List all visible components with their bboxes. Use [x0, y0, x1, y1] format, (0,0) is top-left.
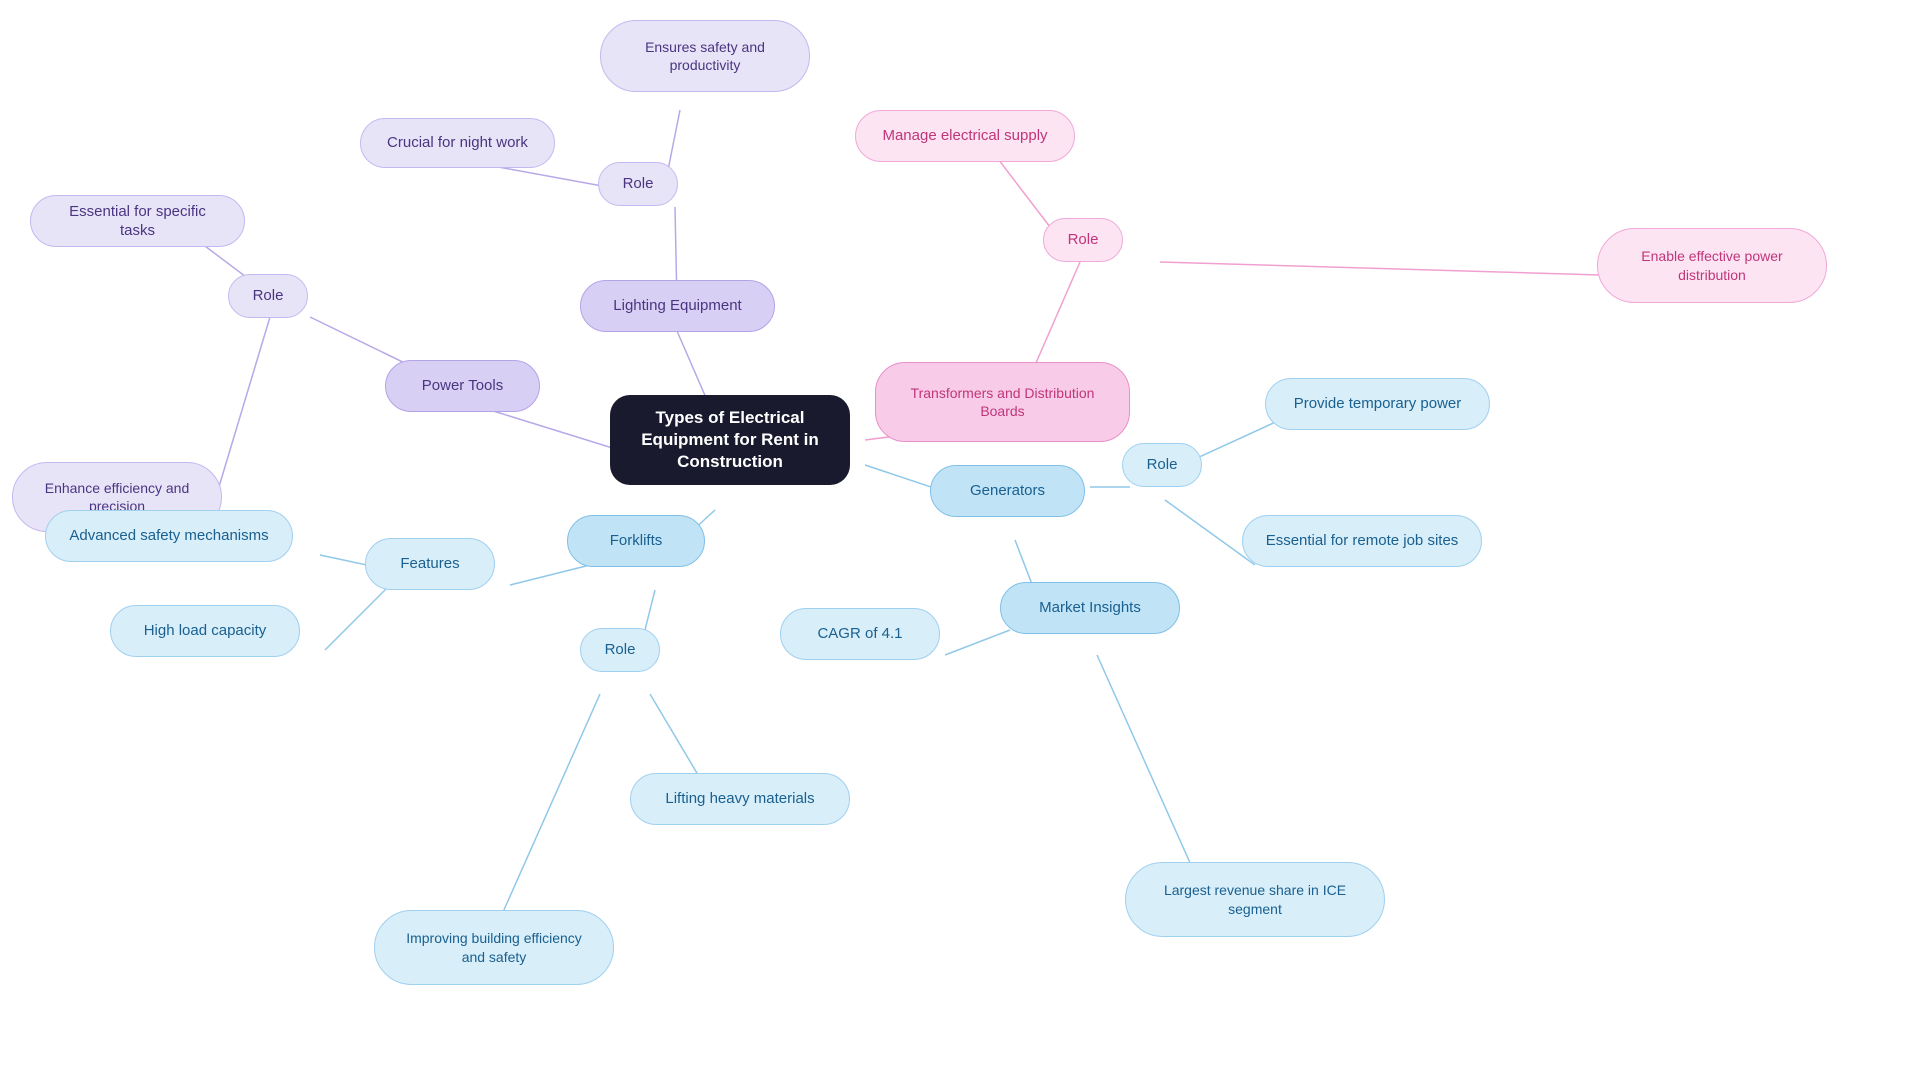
role-generators-node: Role [1122, 443, 1202, 487]
essential-remote-node: Essential for remote job sites [1242, 515, 1482, 567]
cagr-node: CAGR of 4.1 [780, 608, 940, 660]
transformers-node: Transformers and Distribution Boards [875, 362, 1130, 442]
essential-tasks-node: Essential for specific tasks [30, 195, 245, 247]
role-lighting-node: Role [598, 162, 678, 206]
crucial-night-node: Crucial for night work [360, 118, 555, 168]
role-power-node: Role [228, 274, 308, 318]
advanced-safety-node: Advanced safety mechanisms [45, 510, 293, 562]
generators-node: Generators [930, 465, 1085, 517]
features-node: Features [365, 538, 495, 590]
center-node: Types of Electrical Equipment for Rent i… [610, 395, 850, 485]
power-tools-node: Power Tools [385, 360, 540, 412]
ensures-safety-node: Ensures safety and productivity [600, 20, 810, 92]
lifting-node: Lifting heavy materials [630, 773, 850, 825]
role-transformers-node: Role [1043, 218, 1123, 262]
largest-revenue-node: Largest revenue share in ICE segment [1125, 862, 1385, 937]
forklifts-node: Forklifts [567, 515, 705, 567]
enable-power-node: Enable effective power distribution [1597, 228, 1827, 303]
role-forklifts-node: Role [580, 628, 660, 672]
provide-temp-node: Provide temporary power [1265, 378, 1490, 430]
lighting-equipment-node: Lighting Equipment [580, 280, 775, 332]
improving-building-node: Improving building efficiency and safety [374, 910, 614, 985]
market-insights-node: Market Insights [1000, 582, 1180, 634]
manage-electrical-node: Manage electrical supply [855, 110, 1075, 162]
high-load-node: High load capacity [110, 605, 300, 657]
